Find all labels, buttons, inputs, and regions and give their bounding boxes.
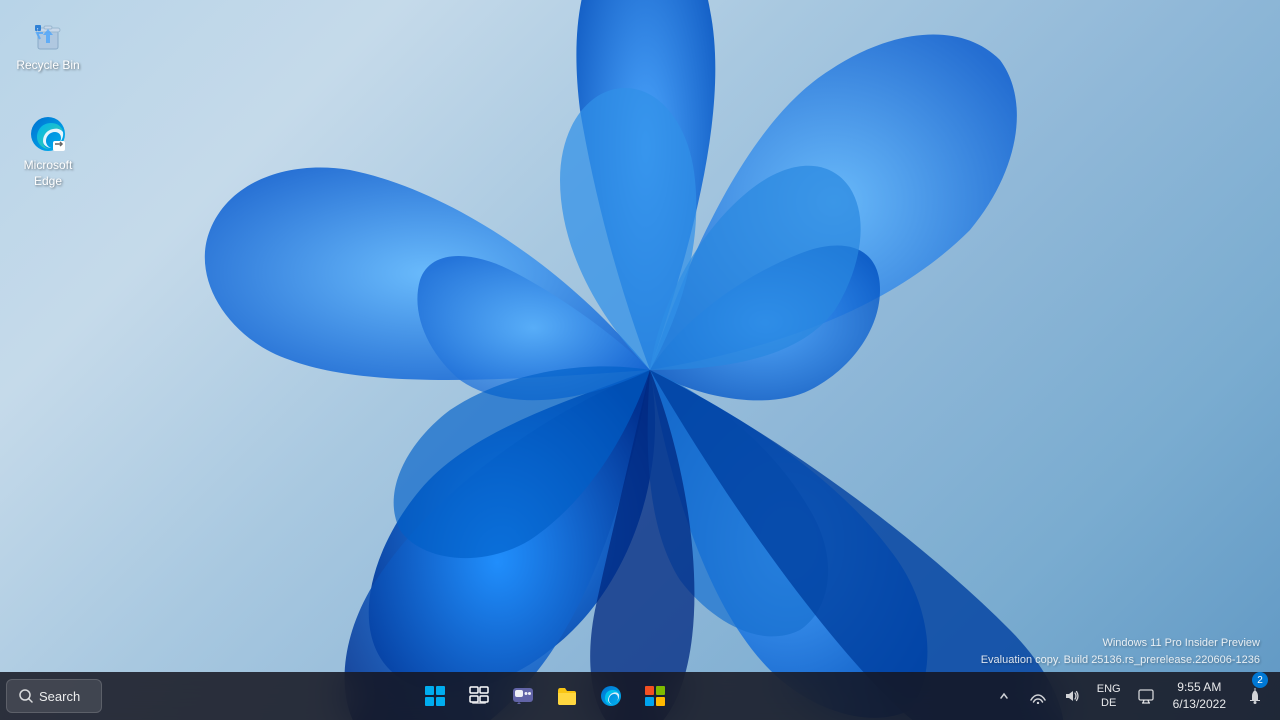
edge-taskbar-button[interactable]	[591, 676, 631, 716]
lang-line1: ENG	[1097, 682, 1121, 696]
wallpaper-bloom	[150, 0, 1150, 720]
chevron-up-icon	[999, 690, 1009, 702]
start-button[interactable]	[415, 676, 455, 716]
display-icon	[1138, 688, 1154, 704]
lang-line2: DE	[1101, 696, 1116, 710]
network-icon	[1030, 688, 1046, 704]
start-icon	[424, 685, 446, 707]
notification-badge: 2	[1252, 672, 1268, 688]
watermark-line2: Evaluation copy. Build 25136.rs_prerelea…	[981, 652, 1260, 670]
notification-icon	[1247, 688, 1263, 704]
search-label: Search	[39, 689, 80, 704]
language-button[interactable]: ENG DE	[1091, 680, 1127, 713]
edge-desktop-image	[28, 114, 68, 154]
watermark: Windows 11 Pro Insider Preview Evaluatio…	[981, 635, 1260, 670]
watermark-line1: Windows 11 Pro Insider Preview	[981, 635, 1260, 653]
clock-area[interactable]: 9:55 AM 6/13/2022	[1165, 677, 1234, 715]
display-button[interactable]	[1131, 681, 1161, 711]
clock-date: 6/13/2022	[1173, 696, 1226, 713]
edge-desktop-label: Microsoft Edge	[12, 158, 84, 189]
system-tray: ENG DE 9:55 AM 6/13/2022	[989, 676, 1280, 716]
recycle-bin-image: ↑	[28, 14, 68, 54]
notification-button[interactable]: 2	[1238, 676, 1272, 716]
desktop: ↑ Recycle Bin	[0, 0, 1280, 720]
clock-time: 9:55 AM	[1177, 679, 1221, 696]
chat-icon	[512, 685, 534, 707]
search-button[interactable]: Search	[6, 679, 102, 713]
network-button[interactable]	[1023, 681, 1053, 711]
search-icon	[19, 689, 33, 703]
show-hidden-icons-button[interactable]	[989, 681, 1019, 711]
taskbar: Search	[0, 672, 1280, 720]
store-button[interactable]	[635, 676, 675, 716]
store-icon	[644, 685, 666, 707]
chat-button[interactable]	[503, 676, 543, 716]
taskbar-center	[102, 676, 989, 716]
svg-text:↑: ↑	[36, 28, 39, 34]
edge-desktop-icon[interactable]: Microsoft Edge	[8, 110, 88, 193]
task-view-icon	[469, 686, 489, 706]
recycle-bin-label: Recycle Bin	[16, 58, 79, 74]
file-explorer-button[interactable]	[547, 676, 587, 716]
task-view-button[interactable]	[459, 676, 499, 716]
recycle-bin-icon[interactable]: ↑ Recycle Bin	[8, 10, 88, 78]
volume-button[interactable]	[1057, 681, 1087, 711]
volume-icon	[1064, 688, 1080, 704]
file-explorer-icon	[556, 685, 578, 707]
edge-taskbar-icon	[600, 685, 622, 707]
